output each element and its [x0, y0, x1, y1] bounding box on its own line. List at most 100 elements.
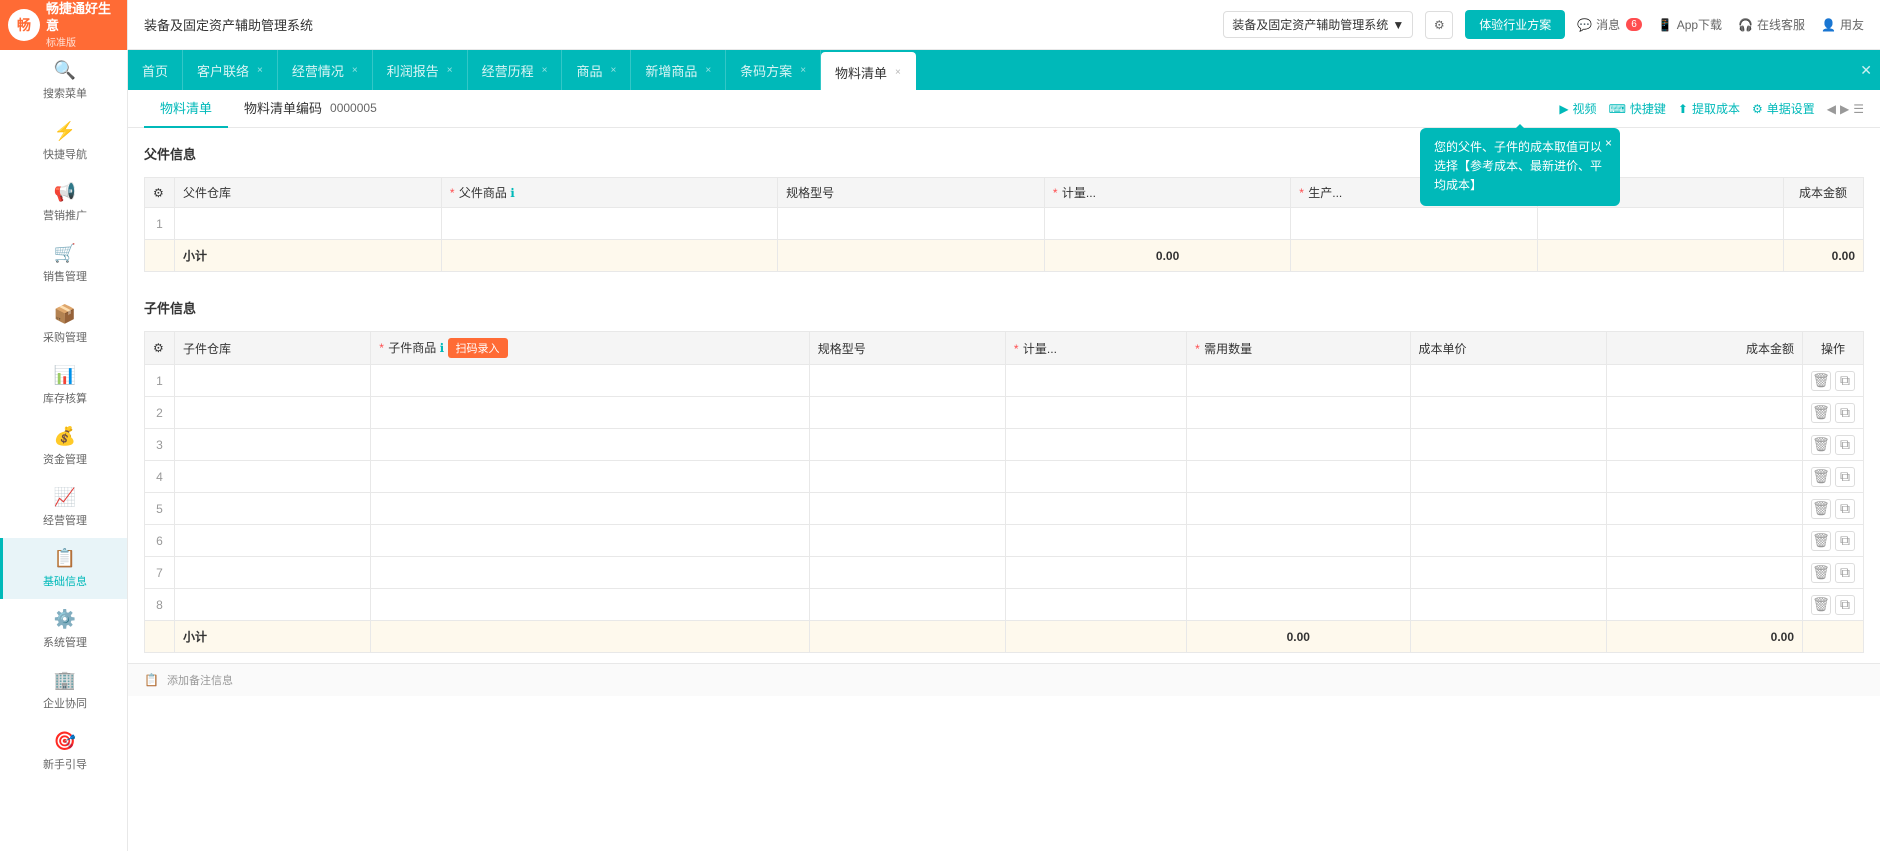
child-row-5-qty[interactable] [1187, 493, 1410, 525]
view-action[interactable]: ▶ 视频 [1559, 100, 1596, 117]
child-row-1-unit[interactable] [1005, 365, 1186, 397]
sidebar-item-purchase[interactable]: 📦 采购管理 [0, 294, 127, 355]
child-row-5-spec[interactable] [809, 493, 1005, 525]
child-row-8-qty[interactable] [1187, 589, 1410, 621]
shortcut-action[interactable]: ⌨ 快捷键 [1609, 100, 1666, 117]
settings-gear-button[interactable]: ⚙ [1425, 11, 1453, 39]
copy-icon[interactable]: ⧉ [1835, 403, 1855, 423]
child-row-2-qty[interactable] [1187, 397, 1410, 429]
child-row-3-product[interactable] [371, 429, 809, 461]
child-row-3-qty[interactable] [1187, 429, 1410, 461]
child-row-3-unit[interactable] [1005, 429, 1186, 461]
child-row-2-unit[interactable] [1005, 397, 1186, 429]
child-row-1-product[interactable] [371, 365, 809, 397]
tab-customer[interactable]: 客户联络 × [183, 50, 278, 90]
tab-operation[interactable]: 经营情况 × [278, 50, 373, 90]
sidebar-item-quick-nav[interactable]: ⚡ 快捷导航 [0, 111, 127, 172]
subtab-list[interactable]: 物料清单 [144, 90, 228, 128]
sidebar-item-basic[interactable]: 📋 基础信息 [0, 538, 127, 599]
child-row-8-unit-cost[interactable] [1410, 589, 1606, 621]
nav-menu-icon[interactable]: ☰ [1853, 102, 1864, 116]
child-row-6-qty[interactable] [1187, 525, 1410, 557]
child-row-3-spec[interactable] [809, 429, 1005, 461]
sidebar-item-enterprise[interactable]: 🏢 企业协同 [0, 660, 127, 721]
child-row-2-product[interactable] [371, 397, 809, 429]
online-service-action[interactable]: 🎧 在线客服 [1738, 16, 1805, 33]
child-row-6-unit-cost[interactable] [1410, 525, 1606, 557]
sidebar-item-sales[interactable]: 🛒 销售管理 [0, 233, 127, 294]
copy-icon[interactable]: ⧉ [1835, 595, 1855, 615]
child-row-4-product[interactable] [371, 461, 809, 493]
sidebar-item-finance[interactable]: 💰 资金管理 [0, 416, 127, 477]
child-row-7-warehouse[interactable] [175, 557, 371, 589]
child-row-4-qty[interactable] [1187, 461, 1410, 493]
sidebar-item-marketing[interactable]: 📢 营销推广 [0, 172, 127, 233]
delete-icon[interactable]: 🗑 [1811, 371, 1831, 391]
delete-icon[interactable]: 🗑 [1811, 435, 1831, 455]
extract-cost-action[interactable]: ⬆ 提取成本 [1678, 100, 1740, 117]
parent-row-1-product[interactable] [441, 208, 777, 240]
parent-row-1-spec[interactable] [778, 208, 1045, 240]
tab-customer-close-icon[interactable]: × [257, 65, 263, 76]
tab-history-close-icon[interactable]: × [542, 65, 548, 76]
nav-prev-icon[interactable]: ◀ [1827, 102, 1836, 116]
parent-row-1-unit[interactable] [1044, 208, 1290, 240]
child-row-7-spec[interactable] [809, 557, 1005, 589]
parent-row-1-cost[interactable] [1537, 208, 1783, 240]
tabbar-close-all-icon[interactable]: ✕ [1860, 62, 1872, 79]
parent-row-1-produce[interactable] [1291, 208, 1537, 240]
tab-goods-close-icon[interactable]: × [610, 65, 616, 76]
child-row-7-qty[interactable] [1187, 557, 1410, 589]
sidebar-item-operations[interactable]: 📈 经营管理 [0, 477, 127, 538]
copy-icon[interactable]: ⧉ [1835, 435, 1855, 455]
system-selector[interactable]: 装备及固定资产辅助管理系统 ▼ [1223, 11, 1413, 38]
tab-bom[interactable]: 物料清单 × [821, 52, 916, 90]
child-row-1-qty[interactable] [1187, 365, 1410, 397]
child-row-4-unit-cost[interactable] [1410, 461, 1606, 493]
nav-next-icon[interactable]: ▶ [1840, 102, 1849, 116]
child-col-settings[interactable]: ⚙ [145, 332, 175, 365]
tab-operation-close-icon[interactable]: × [352, 65, 358, 76]
tab-profit[interactable]: 利润报告 × [373, 50, 468, 90]
child-row-2-spec[interactable] [809, 397, 1005, 429]
copy-icon[interactable]: ⧉ [1835, 499, 1855, 519]
child-row-7-product[interactable] [371, 557, 809, 589]
child-row-1-warehouse[interactable] [175, 365, 371, 397]
scan-button[interactable]: 扫码录入 [448, 338, 508, 358]
child-row-7-unit-cost[interactable] [1410, 557, 1606, 589]
copy-icon[interactable]: ⧉ [1835, 531, 1855, 551]
child-row-3-unit-cost[interactable] [1410, 429, 1606, 461]
child-row-5-unit[interactable] [1005, 493, 1186, 525]
child-row-3-warehouse[interactable] [175, 429, 371, 461]
child-row-4-unit[interactable] [1005, 461, 1186, 493]
tab-newgoods-close-icon[interactable]: × [705, 65, 711, 76]
tooltip-close-button[interactable]: × [1605, 134, 1612, 153]
child-row-1-unit-cost[interactable] [1410, 365, 1606, 397]
tab-barcode-close-icon[interactable]: × [800, 65, 806, 76]
sidebar-item-system[interactable]: ⚙️ 系统管理 [0, 599, 127, 660]
child-row-8-spec[interactable] [809, 589, 1005, 621]
child-row-6-warehouse[interactable] [175, 525, 371, 557]
child-row-4-spec[interactable] [809, 461, 1005, 493]
parent-row-1-warehouse[interactable] [175, 208, 442, 240]
child-row-7-unit[interactable] [1005, 557, 1186, 589]
subtab-code[interactable]: 物料清单编码 0000005 [228, 90, 393, 128]
child-row-2-warehouse[interactable] [175, 397, 371, 429]
delete-icon[interactable]: 🗑 [1811, 467, 1831, 487]
tab-profit-close-icon[interactable]: × [447, 65, 453, 76]
child-row-4-warehouse[interactable] [175, 461, 371, 493]
tab-home[interactable]: 首页 [128, 50, 183, 90]
copy-icon[interactable]: ⧉ [1835, 371, 1855, 391]
user-action[interactable]: 👤 用友 [1821, 16, 1864, 33]
delete-icon[interactable]: 🗑 [1811, 499, 1831, 519]
single-settings-action[interactable]: ⚙ 单据设置 [1752, 100, 1815, 117]
child-row-8-product[interactable] [371, 589, 809, 621]
trial-button[interactable]: 体验行业方案 [1465, 10, 1565, 39]
app-download-action[interactable]: 📱 App下载 [1658, 16, 1722, 33]
tab-bom-close-icon[interactable]: × [895, 67, 901, 78]
parent-col-settings[interactable]: ⚙ [145, 178, 175, 208]
message-action[interactable]: 💬 消息 6 [1577, 16, 1642, 33]
tab-history[interactable]: 经营历程 × [468, 50, 563, 90]
child-row-8-warehouse[interactable] [175, 589, 371, 621]
copy-icon[interactable]: ⧉ [1835, 563, 1855, 583]
